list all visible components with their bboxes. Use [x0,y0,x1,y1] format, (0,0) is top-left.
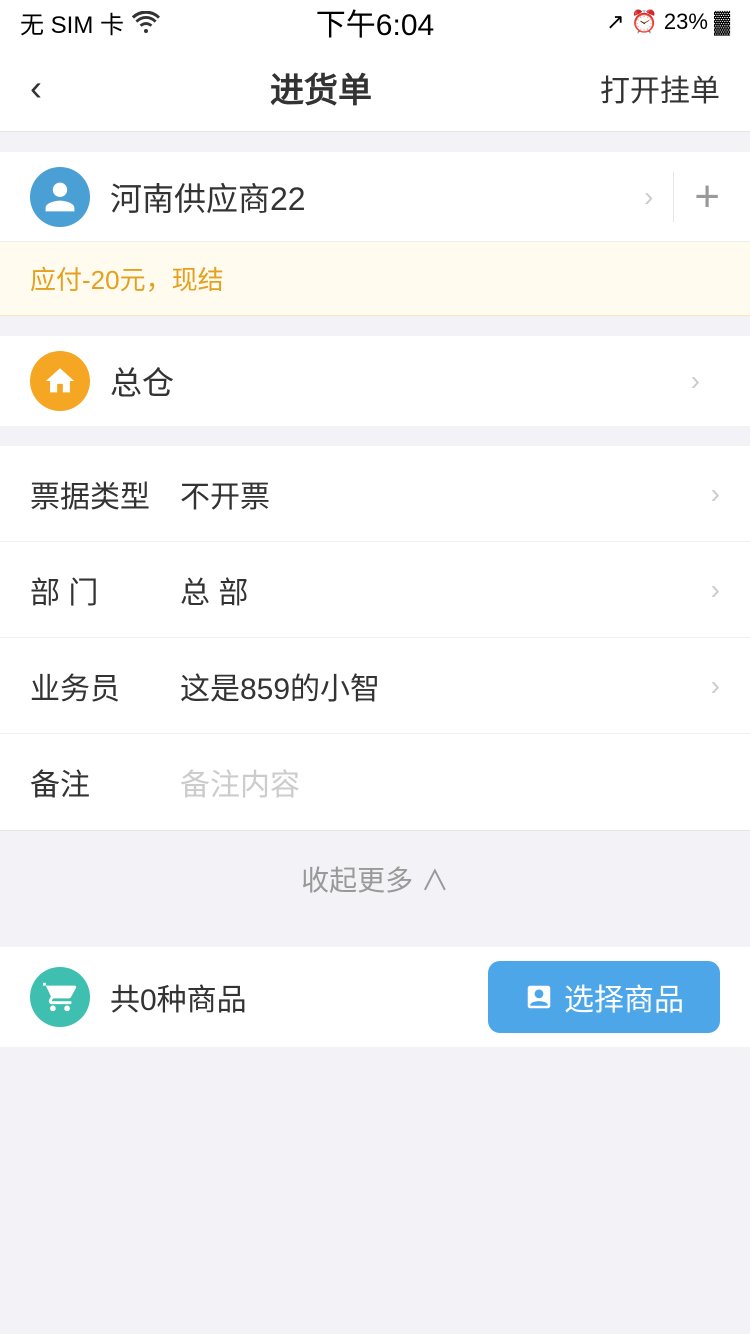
invoice-chevron-icon: › [711,478,720,510]
form-row-invoice[interactable]: 票据类型 不开票 › [0,446,750,542]
warehouse-chevron-icon: › [691,365,700,397]
invoice-value: 不开票 [180,472,711,516]
battery-label: 23% [664,9,708,35]
form-section: 票据类型 不开票 › 部 门 总 部 › 业务员 这是859的小智 › 备注 备… [0,446,750,830]
nav-bar: ‹ 进货单 打开挂单 [0,44,750,132]
warehouse-name: 总仓 [110,358,691,404]
supplier-row[interactable]: 河南供应商22 › + [0,152,750,242]
collapse-row[interactable]: 收起更多 ∧ [0,830,750,927]
supplier-notice: 应付-20元，现结 [0,242,750,316]
supplier-avatar [30,167,90,227]
department-chevron-icon: › [711,574,720,606]
select-product-button[interactable]: 选择商品 [488,961,720,1033]
add-supplier-button[interactable]: + [694,175,720,219]
form-row-salesperson[interactable]: 业务员 这是859的小智 › [0,638,750,734]
remark-label: 备注 [30,760,150,804]
supplier-section: 河南供应商22 › + 应付-20元，现结 [0,152,750,316]
page-title: 进货单 [270,63,372,112]
status-time: 下午6:04 [316,0,434,44]
supplier-name: 河南供应商22 [110,174,644,220]
vertical-divider [673,172,674,222]
warehouse-section: 总仓 › [0,336,750,426]
location-icon: ↗ [606,9,624,35]
department-value: 总 部 [180,568,711,612]
salesperson-label: 业务员 [30,664,150,708]
supplier-chevron-icon: › [644,181,653,213]
status-right: ↗ ⏰ 23% ▓ [606,9,730,35]
open-hang-button[interactable]: 打开挂单 [600,66,720,110]
salesperson-chevron-icon: › [711,670,720,702]
person-icon [42,179,78,215]
department-label: 部 门 [30,568,150,612]
form-row-remark[interactable]: 备注 备注内容 [0,734,750,830]
warehouse-row[interactable]: 总仓 › [0,336,750,426]
alarm-icon: ⏰ [631,9,658,35]
battery-icon: ▓ [714,9,730,35]
wifi-icon [132,11,160,33]
section-gap-1 [0,132,750,152]
home-icon [43,364,77,398]
no-sim-label: 无 SIM 卡 [20,5,124,40]
remark-value: 备注内容 [180,760,720,804]
invoice-label: 票据类型 [30,472,150,516]
product-icon [30,967,90,1027]
form-row-department[interactable]: 部 门 总 部 › [0,542,750,638]
select-product-icon [524,982,554,1012]
back-button[interactable]: ‹ [30,67,42,109]
salesperson-value: 这是859的小智 [180,664,711,708]
product-count: 共0种商品 [110,975,468,1019]
status-bar: 无 SIM 卡 下午6:04 ↗ ⏰ 23% ▓ [0,0,750,44]
bottom-bar: 共0种商品 选择商品 [0,947,750,1047]
status-left: 无 SIM 卡 [20,5,160,40]
cart-icon [43,980,77,1014]
warehouse-icon [30,351,90,411]
select-product-label: 选择商品 [564,975,684,1019]
